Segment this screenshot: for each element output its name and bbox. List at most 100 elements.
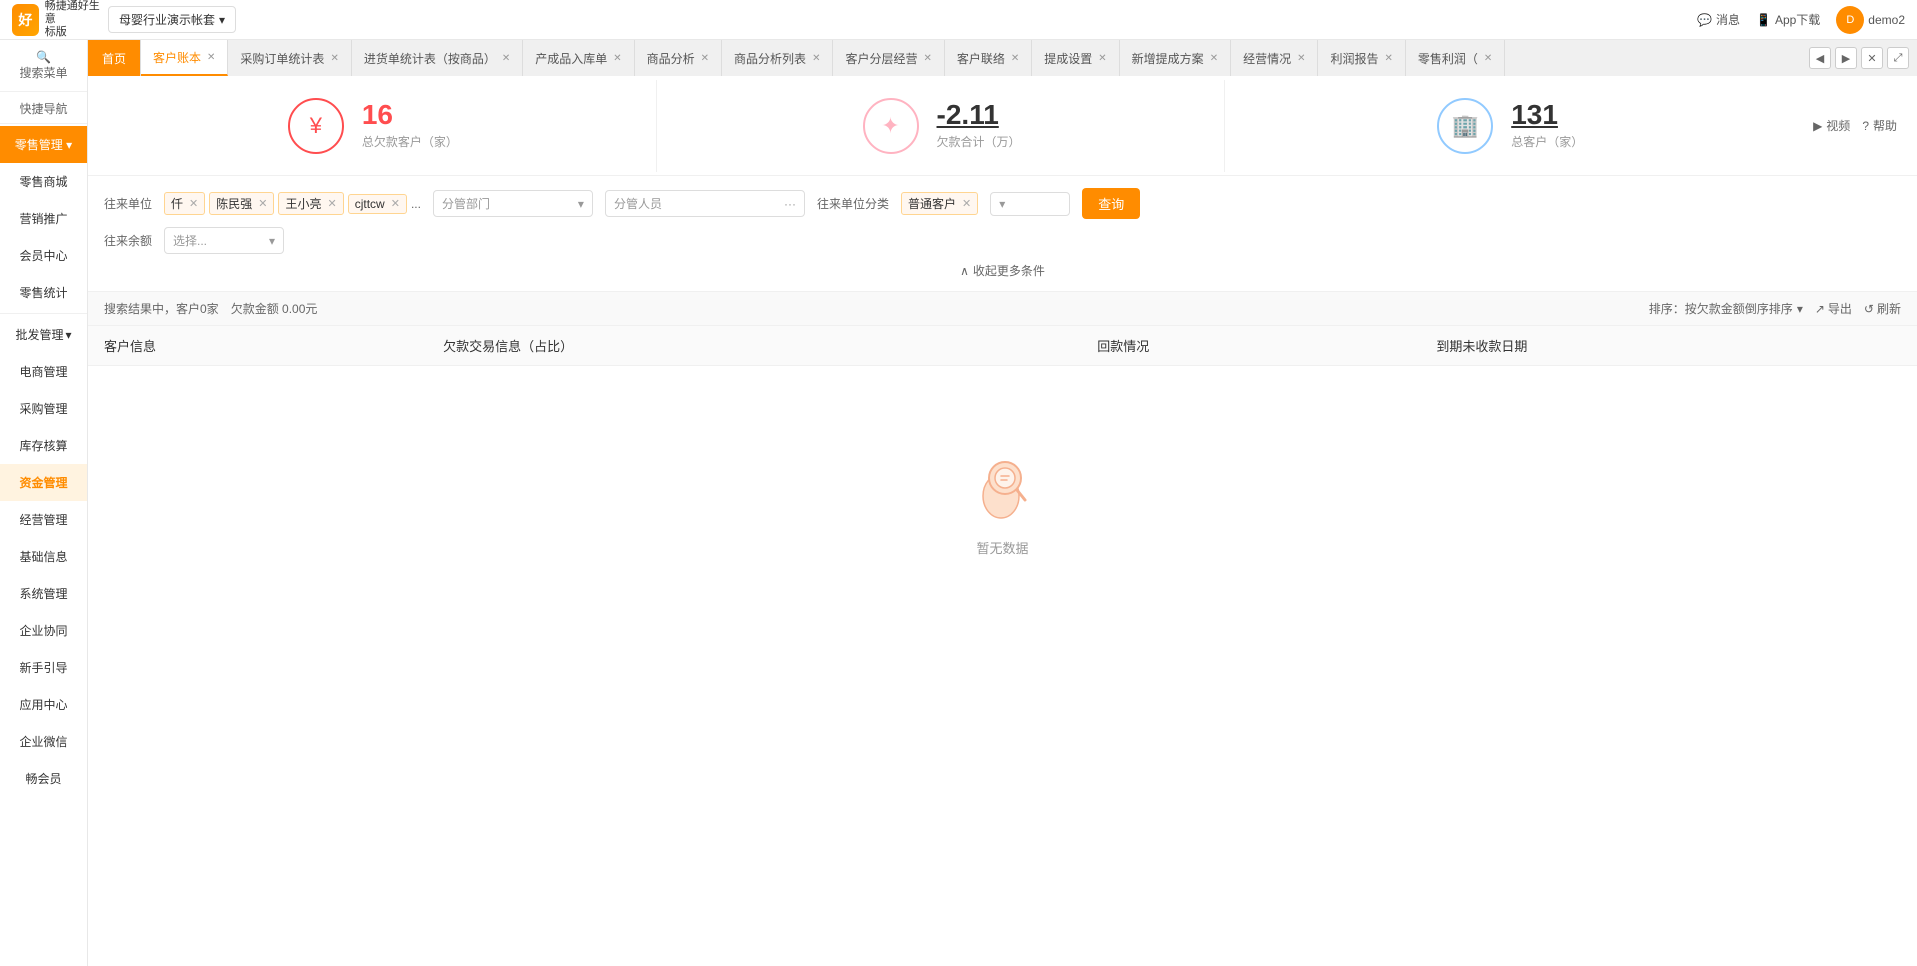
sidebar-item-wholesale-mgmt[interactable]: 批发管理 ▾ [0, 316, 87, 353]
tab-close-promotion-settings[interactable]: ✕ [1098, 53, 1106, 64]
tab-home[interactable]: 首页 [88, 40, 141, 76]
tab-close-purchase-goods-stats[interactable]: ✕ [502, 53, 510, 64]
content-area: 首页 客户账本 ✕ 采购订单统计表 ✕ 进货单统计表（按商品） ✕ 产成品入库单… [88, 40, 1917, 966]
sidebar-item-capital[interactable]: 资金管理 [0, 464, 87, 501]
sidebar-search-btn[interactable]: 🔍 搜索菜单 [0, 40, 87, 92]
tab-close-goods-analysis[interactable]: ✕ [701, 53, 709, 64]
category-tags: 普通客户 ✕ [901, 192, 978, 215]
chevron-down-icon: ▾ [219, 13, 225, 27]
tab-close-customer-segment[interactable]: ✕ [923, 53, 931, 64]
stats-bar: ¥ 16 总欠款客户（家） ✦ -2.11 欠款合计（万） [88, 76, 1917, 176]
chevron-icon: ▾ [66, 138, 72, 152]
category-select[interactable]: ▾ [990, 192, 1070, 216]
filter-tag-2[interactable]: 陈民强 ✕ [209, 192, 274, 215]
sidebar-item-inventory[interactable]: 库存核算 [0, 427, 87, 464]
person-select[interactable]: 分管人员 ··· [605, 190, 805, 217]
total-customers-icon: 🏢 [1435, 96, 1495, 156]
sidebar: 🔍 搜索菜单 快捷导航 零售管理 ▾ 零售商城 营销推广 会员中心 零售统计 批… [0, 40, 88, 966]
customers-value: 16 [362, 101, 458, 129]
tab-close-all-btn[interactable]: ✕ [1861, 47, 1883, 69]
sort-select[interactable]: 排序：按欠款金额倒序排序 ▾ [1649, 300, 1803, 317]
filter-tag-4[interactable]: cjttcw ✕ [348, 194, 407, 214]
balance-select[interactable]: 选择... ▾ [164, 227, 284, 254]
tab-close-add-promotion[interactable]: ✕ [1210, 53, 1218, 64]
sidebar-item-marketing[interactable]: 营销推广 [0, 200, 87, 237]
sidebar-quick-nav[interactable]: 快捷导航 [0, 92, 87, 121]
system-selector[interactable]: 母婴行业演示帐套 ▾ [108, 6, 236, 33]
filter-more-btn[interactable]: ... [411, 197, 421, 211]
table-header-row: 客户信息 欠款交易信息（占比） 回款情况 到期未收款日期 [88, 326, 1917, 366]
stat-actions: ▶ 视频 ? 帮助 [1793, 117, 1917, 134]
sidebar-item-retail-mall[interactable]: 零售商城 [0, 163, 87, 200]
tag-remove-2[interactable]: ✕ [258, 197, 267, 210]
sidebar-item-basic-info[interactable]: 基础信息 [0, 538, 87, 575]
app-download-btn[interactable]: 📱 App下载 [1756, 11, 1820, 28]
tag-remove-3[interactable]: ✕ [328, 197, 337, 210]
sidebar-item-ecommerce[interactable]: 电商管理 [0, 353, 87, 390]
tab-close-production[interactable]: ✕ [613, 53, 621, 64]
sidebar-item-member-center[interactable]: 会员中心 [0, 237, 87, 274]
sidebar-item-operation[interactable]: 经营管理 [0, 501, 87, 538]
tag-remove-4[interactable]: ✕ [391, 197, 400, 210]
tab-close-goods-analysis-list[interactable]: ✕ [812, 53, 820, 64]
tab-production-instock[interactable]: 产成品入库单 ✕ [523, 40, 634, 76]
category-tag-remove[interactable]: ✕ [962, 197, 971, 210]
tab-goods-analysis-list[interactable]: 商品分析列表 ✕ [722, 40, 833, 76]
tag-remove-1[interactable]: ✕ [189, 197, 198, 210]
top-bar: 好 畅捷通好生意 标版 母婴行业演示帐套 ▾ 💬 消息 📱 App下载 D de… [0, 0, 1917, 40]
video-link[interactable]: ▶ 视频 [1813, 117, 1850, 134]
sidebar-item-vip[interactable]: 畅会员 [0, 760, 87, 797]
tab-close-customer-accounts[interactable]: ✕ [207, 52, 215, 63]
help-link[interactable]: ? 帮助 [1862, 117, 1897, 134]
tab-customer-contact[interactable]: 客户联络 ✕ [945, 40, 1032, 76]
tab-close-operation-status[interactable]: ✕ [1297, 53, 1305, 64]
sidebar-item-newbie[interactable]: 新手引导 [0, 649, 87, 686]
tab-controls: ◀ ▶ ✕ ⤢ [1801, 47, 1917, 69]
tab-next-btn[interactable]: ▶ [1835, 47, 1857, 69]
user-menu[interactable]: D demo2 [1836, 6, 1905, 34]
tab-purchase-goods-stats[interactable]: 进货单统计表（按商品） ✕ [352, 40, 523, 76]
refresh-btn[interactable]: ↺ 刷新 [1864, 300, 1901, 317]
results-bar: 搜索结果中，客户0家 欠款金额 0.00元 排序：按欠款金额倒序排序 ▾ ↗ 导… [88, 292, 1917, 326]
query-button[interactable]: 查询 [1082, 188, 1140, 219]
tab-add-promotion[interactable]: 新增提成方案 ✕ [1120, 40, 1231, 76]
tab-prev-btn[interactable]: ◀ [1809, 47, 1831, 69]
tab-close-customer-contact[interactable]: ✕ [1011, 53, 1019, 64]
message-btn[interactable]: 💬 消息 [1697, 11, 1740, 28]
tab-expand-btn[interactable]: ⤢ [1887, 47, 1909, 69]
tab-goods-analysis[interactable]: 商品分析 ✕ [635, 40, 722, 76]
tab-close-profit-report[interactable]: ✕ [1385, 53, 1393, 64]
tab-promotion-settings[interactable]: 提成设置 ✕ [1032, 40, 1119, 76]
tab-close-purchase-order-stats[interactable]: ✕ [330, 53, 338, 64]
dept-select[interactable]: 分管部门 ▾ [433, 190, 593, 217]
tab-profit-report[interactable]: 利润报告 ✕ [1318, 40, 1405, 76]
tab-purchase-order-stats[interactable]: 采购订单统计表 ✕ [228, 40, 351, 76]
export-btn[interactable]: ↗ 导出 [1815, 300, 1852, 317]
col-arrears-info: 欠款交易信息（占比） [427, 326, 1081, 366]
category-tag[interactable]: 普通客户 ✕ [901, 192, 978, 215]
total-value: 131 [1511, 101, 1583, 129]
results-summary: 搜索结果中，客户0家 [104, 300, 219, 317]
tab-retail-profit[interactable]: 零售利润（ ✕ [1406, 40, 1505, 76]
filter-tag-3[interactable]: 王小亮 ✕ [278, 192, 343, 215]
sidebar-item-system[interactable]: 系统管理 [0, 575, 87, 612]
collapse-btn[interactable]: ∧ 收起更多条件 [104, 262, 1901, 279]
col-overdue-date: 到期未收款日期 [1420, 326, 1917, 366]
sidebar-item-enterprise-collab[interactable]: 企业协同 [0, 612, 87, 649]
sidebar-item-retail-mgmt[interactable]: 零售管理 ▾ [0, 126, 87, 163]
sidebar-item-app-center[interactable]: 应用中心 [0, 686, 87, 723]
empty-row: 暂无数据 [88, 366, 1917, 638]
tab-close-retail-profit[interactable]: ✕ [1484, 53, 1492, 64]
empty-icon [963, 446, 1043, 526]
tab-customer-segment[interactable]: 客户分层经营 ✕ [833, 40, 944, 76]
tab-customer-accounts[interactable]: 客户账本 ✕ [141, 40, 228, 76]
filter-tag-1[interactable]: 仟 ✕ [164, 192, 205, 215]
total-label: 总客户（家） [1511, 133, 1583, 150]
sidebar-item-enterprise-wechat[interactable]: 企业微信 [0, 723, 87, 760]
filter-row-1: 往来单位 仟 ✕ 陈民强 ✕ 王小亮 ✕ [104, 188, 1901, 219]
sidebar-item-purchase[interactable]: 采购管理 [0, 390, 87, 427]
empty-state: 暂无数据 [88, 366, 1917, 637]
download-icon: 📱 [1756, 13, 1771, 27]
sidebar-item-retail-stats[interactable]: 零售统计 [0, 274, 87, 311]
tab-operation-status[interactable]: 经营情况 ✕ [1231, 40, 1318, 76]
